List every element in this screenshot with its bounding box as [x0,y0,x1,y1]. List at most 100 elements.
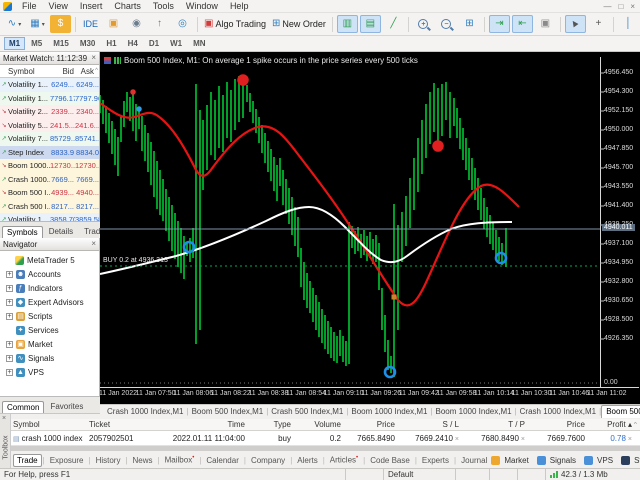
market-watch-row[interactable]: ↗ Step Index 8833.9 8834.0 [0,145,99,159]
crosshair-button[interactable]: + [588,15,609,33]
scroll-up-icon[interactable]: ^ [95,68,99,74]
navigator-item-services[interactable]: ✦ Services [0,323,99,337]
navigator-root[interactable]: MetaTrader 5 [0,253,99,267]
market-watch-row[interactable]: ↗ Crash 1000... 7669... 7669... [0,172,99,186]
navigator-item-vps[interactable]: + ▲ VPS [0,365,99,379]
toolbox-column-sl[interactable]: S / L [397,420,461,429]
template-dropdown[interactable]: ▦ ▾ [27,15,48,33]
toolbox-side-strip[interactable]: × Toolbox [0,414,11,469]
close-icon[interactable]: × [2,415,6,422]
navigator-item-expert-advisors[interactable]: + ◆ Expert Advisors [0,295,99,309]
toolbox-column-volume[interactable]: Volume [293,420,343,429]
candles-chart-button[interactable]: ▤ [359,15,381,33]
toolbox-tab-alerts[interactable]: Alerts [293,454,321,467]
timeframe-m15[interactable]: M15 [48,37,74,50]
scroll-up-icon[interactable]: ^ [634,422,640,428]
market-watch-row[interactable]: ↗Volatility 1...7796.177797.96 [0,91,99,105]
navigator-item-signals[interactable]: + ∿ Signals [0,351,99,365]
close-icon[interactable]: × [628,436,632,443]
navigator-item-accounts[interactable]: + ☻ Accounts [0,267,99,281]
menu-item-tools[interactable]: Tools [147,1,180,11]
expand-icon[interactable]: + [6,284,13,292]
toolbox-column-time[interactable]: Time [149,420,247,429]
chart-tab[interactable]: Boom 1000 Index,M1 [433,407,515,416]
zoom-in-button[interactable]: + [413,15,434,33]
toolbox-tab-history[interactable]: History [92,454,125,467]
menu-item-window[interactable]: Window [180,1,224,11]
navigator-item-indicators[interactable]: + ƒ Indicators [0,281,99,295]
market-watch-tab-symbols[interactable]: Symbols [2,226,43,238]
timeframe-h1[interactable]: H1 [101,37,121,50]
signals-button[interactable]: Signals [550,456,576,465]
line-chart-button[interactable]: ╱ [383,15,404,33]
toolbox-tab-calendar[interactable]: Calendar [202,454,242,467]
toolbox-tab-mailbox[interactable]: Mailbox• [161,453,199,467]
toolbox-tab-news[interactable]: News [129,454,157,467]
bars-chart-button[interactable]: ▥ [336,15,358,33]
menu-item-help[interactable]: Help [224,1,255,11]
menu-item-file[interactable]: File [16,1,43,11]
timeframe-h4[interactable]: H4 [123,37,143,50]
strategy-tester-button[interactable]: Strategy Tester [634,456,640,465]
minimize-button[interactable]: — [603,2,611,11]
expand-icon[interactable]: + [6,354,13,362]
new-order-button[interactable]: ⊞ New Order [270,15,328,33]
market-watch-tab-details[interactable]: Details [44,225,78,238]
navigator-item-market[interactable]: + ▣ Market [0,337,99,351]
chart-tab[interactable]: Crash 1000 Index,M1 [517,407,600,416]
tile-windows-button[interactable]: ⊞ [459,15,480,33]
timeframe-m30[interactable]: M30 [75,37,101,50]
close-button[interactable]: × [630,2,635,11]
toolbox-column-type[interactable]: Type [247,420,293,429]
timeframe-mn[interactable]: MN [188,37,210,50]
close-icon[interactable]: × [91,54,96,62]
menu-item-view[interactable]: View [43,1,74,11]
close-icon[interactable]: × [521,436,525,443]
toolbox-tab-company[interactable]: Company [247,454,289,467]
toolbox-tab-code-base[interactable]: Code Base [366,454,414,467]
toolbox-tab-articles[interactable]: Articles• [326,453,362,467]
open-position-row[interactable]: ▤ crash 1000 index 2057902501 2022.01.11 11… [11,431,640,446]
market-watch-row[interactable]: ↘ Volatility 2... 2339... 2340... [0,105,99,119]
toolbox-column-profit[interactable]: Profit ▴ [587,420,634,429]
market-watch-toggle[interactable]: $ [50,15,71,33]
toolbox-column-ticket[interactable]: Ticket [87,420,149,429]
zoom-out-button[interactable]: − [436,15,457,33]
toolbox-tab-trade[interactable]: Trade [13,453,42,467]
toolbox-column-price[interactable]: Price [343,420,397,429]
vps-button[interactable]: VPS [597,456,613,465]
cursor-button[interactable]: ▲ [564,15,586,33]
menu-item-insert[interactable]: Insert [74,1,109,11]
chart-tab[interactable]: Boom 1000 Index,M1 [348,407,430,416]
chart-shift-button[interactable]: ⇤ [511,15,533,33]
market-watch-row[interactable]: ↗ Crash 500 I... 8217... 8217... [0,199,99,213]
market-watch-tab-trading[interactable]: Trading [79,225,100,238]
market-watch-row[interactable]: ↘Boom 1000...12730...12730... [0,159,99,173]
toolbox-tab-exposure[interactable]: Exposure [46,454,88,467]
publish-icon[interactable]: ↑ [149,15,170,33]
toolbox-column-symbol[interactable]: Symbol [11,420,87,429]
broadcast-icon[interactable]: ◉ [126,15,147,33]
restore-button[interactable]: □ [618,2,623,11]
chart-canvas[interactable] [100,52,640,404]
market-watch-row[interactable]: ↗ Volatility 1... 6249... 6249... [0,78,99,92]
auto-scroll-button[interactable]: ⇥ [488,15,510,33]
status-profile[interactable]: Default [383,469,455,480]
algo-trading-button[interactable]: ▣ Algo Trading [202,15,268,33]
toolbox-tab-journal[interactable]: Journal [457,454,491,467]
timeframe-m1[interactable]: M1 [4,37,26,50]
navigator-tab-common[interactable]: Common [2,401,45,413]
metaeditor-lock-icon[interactable]: ▣ [103,15,124,33]
expand-icon[interactable]: + [6,368,13,376]
ide-button[interactable]: IDE [80,15,101,33]
expand-icon[interactable]: + [6,270,13,278]
screenshot-button[interactable]: ▣ [535,15,556,33]
community-globe-icon[interactable]: ◎ [172,15,193,33]
navigator-item-scripts[interactable]: + ▤ Scripts [0,309,99,323]
timeframe-w1[interactable]: W1 [165,37,187,50]
toolbox-column-price[interactable]: Price [527,420,587,429]
toolbox-tab-experts[interactable]: Experts [418,454,453,467]
market-watch-row[interactable]: ↗Volatility 7...85729...85741... [0,132,99,146]
navigator-tab-favorites[interactable]: Favorites [45,400,88,413]
menu-item-charts[interactable]: Charts [108,1,147,11]
